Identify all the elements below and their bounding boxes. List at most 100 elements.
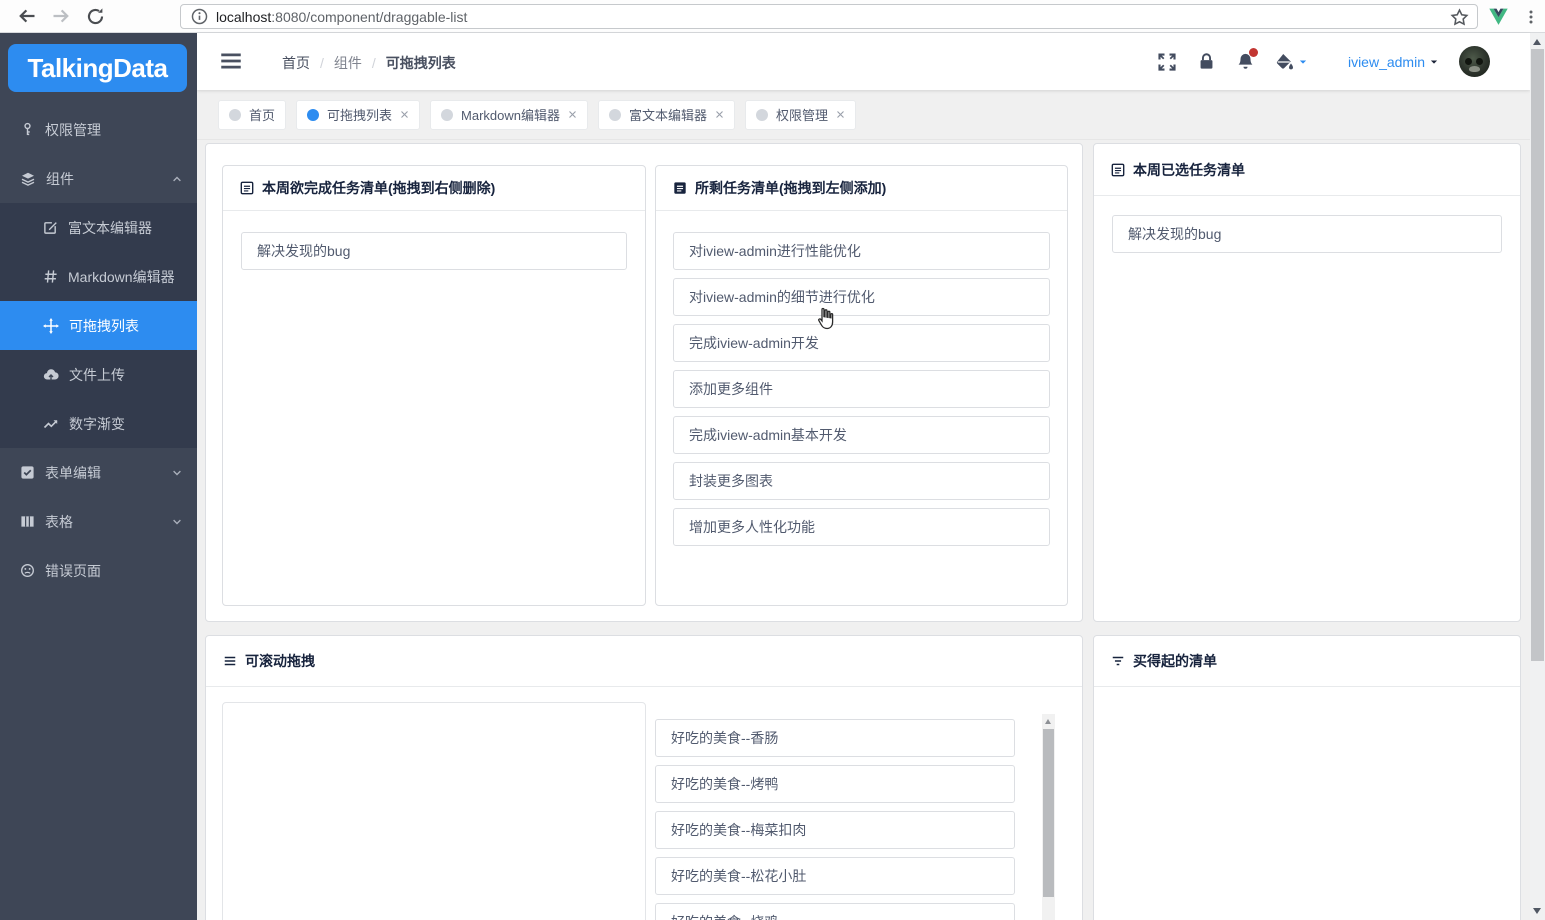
vue-devtools-icon[interactable] [1488, 7, 1509, 26]
page-scrollbar[interactable] [1530, 33, 1545, 920]
paint-bucket-icon [1276, 53, 1293, 69]
user-dropdown[interactable]: iview_admin [1348, 54, 1439, 70]
selected-tasks-list: 解决发现的bug [1094, 196, 1520, 272]
tab-close-button[interactable] [715, 110, 724, 119]
draggable-item[interactable]: 完成iview-admin基本开发 [673, 416, 1050, 454]
breadcrumb-home[interactable]: 首页 [282, 53, 310, 73]
draggable-item[interactable]: 完成iview-admin开发 [673, 324, 1050, 362]
tab-draggable-list[interactable]: 可拖拽列表 [296, 99, 421, 130]
sidebar-menu: 权限管理 组件 富文本编辑器 Markdown编辑器 可拖拽列表 文件上传 数字… [0, 105, 197, 595]
sidebar-item-label: 权限管理 [45, 121, 101, 138]
card-title: 本周已选任务清单 [1133, 161, 1245, 178]
tab-close-button[interactable] [836, 110, 845, 119]
notifications-button[interactable] [1236, 48, 1258, 71]
page-info-icon[interactable] [191, 8, 208, 25]
sidebar-item-label: 组件 [46, 170, 74, 187]
tab-auth-manage[interactable]: 权限管理 [745, 99, 857, 130]
browser-forward-button[interactable] [44, 2, 78, 30]
tab-home[interactable]: 首页 [218, 99, 287, 130]
sidebar-item-draggable-list[interactable]: 可拖拽列表 [0, 301, 197, 350]
inner-scrollbar[interactable] [1042, 714, 1055, 920]
tab-label: 可拖拽列表 [327, 108, 393, 123]
browser-back-button[interactable] [10, 2, 44, 30]
affordable-list-header: 买得起的清单 [1094, 636, 1520, 687]
sidebar-item-label: 错误页面 [45, 562, 101, 579]
star-icon [1450, 8, 1469, 26]
draggable-item[interactable]: 好吃的美食--松花小肚 [655, 857, 1015, 895]
tab-label: 首页 [249, 108, 276, 123]
tab-close-button[interactable] [400, 110, 409, 119]
weekly-todo-list: 解决发现的bug [223, 211, 645, 291]
sidebar-item-auth[interactable]: 权限管理 [0, 105, 197, 154]
draggable-item[interactable]: 解决发现的bug [241, 232, 627, 270]
hash-icon [44, 270, 57, 283]
drop-zone-empty[interactable] [222, 702, 646, 920]
draggable-item[interactable]: 好吃的美食--梅菜扣肉 [655, 811, 1015, 849]
url-path: :8080/component/draggable-list [271, 8, 468, 25]
tab-dot-icon [609, 108, 621, 121]
close-icon [837, 111, 844, 118]
browser-menu-icon[interactable] [1523, 8, 1539, 26]
sidebar-item-markdown-editor[interactable]: Markdown编辑器 [0, 252, 197, 301]
draggable-item[interactable]: 添加更多组件 [673, 370, 1050, 408]
app-logo[interactable]: TalkingData [8, 44, 187, 92]
layers-icon [21, 172, 35, 186]
cloud-upload-icon [43, 368, 59, 380]
affordable-drop-zone[interactable] [1094, 688, 1520, 920]
user-avatar[interactable] [1459, 46, 1490, 77]
food-scroll-area[interactable]: 好吃的美食--香肠 好吃的美食--烤鸭 好吃的美食--梅菜扣肉 好吃的美食--松花小肚… [655, 714, 1057, 920]
hamburger-icon [221, 53, 241, 69]
tab-dot-icon [441, 108, 454, 121]
sidebar-item-table[interactable]: 表格 [0, 497, 197, 546]
scrollbar-thumb[interactable] [1531, 49, 1544, 661]
list-box-icon [1111, 163, 1125, 176]
close-icon [716, 111, 723, 118]
draggable-item[interactable]: 对iview-admin的细节进行优化 [673, 278, 1050, 316]
tab-dot-icon [229, 108, 241, 121]
draggable-item[interactable]: 增加更多人性化功能 [673, 508, 1050, 546]
move-icon [43, 317, 59, 334]
tab-close-button[interactable] [568, 110, 577, 119]
scrollbar-thumb[interactable] [1043, 729, 1054, 897]
draggable-item[interactable]: 好吃的美食--烧鸡 [655, 903, 1015, 920]
scroll-up-arrow[interactable] [1045, 719, 1051, 724]
food-list: 好吃的美食--香肠 好吃的美食--烤鸭 好吃的美食--梅菜扣肉 好吃的美食--松花小肚… [655, 714, 1015, 920]
fullscreen-icon [1158, 52, 1176, 71]
scroll-up-arrow[interactable] [1533, 39, 1541, 45]
address-bar[interactable]: localhost:8080/component/draggable-list [180, 4, 1478, 29]
tab-rich-text-editor[interactable]: 富文本编辑器 [598, 99, 736, 130]
app-header: 首页 / 组件 / 可拖拽列表 iview_admin [197, 33, 1530, 90]
browser-reload-button[interactable] [78, 2, 112, 30]
close-icon [401, 111, 408, 118]
forward-arrow-icon [53, 9, 69, 23]
draggable-item[interactable]: 解决发现的bug [1112, 215, 1502, 253]
browser-extensions-area [1488, 0, 1539, 33]
breadcrumb-separator: / [320, 55, 324, 71]
sidebar-item-count-to[interactable]: 数字渐变 [0, 399, 197, 448]
sidebar-item-rich-text-editor[interactable]: 富文本编辑器 [0, 203, 197, 252]
chevron-up-icon [173, 176, 181, 181]
url-host: localhost [216, 8, 272, 25]
draggable-item[interactable]: 封装更多图表 [673, 462, 1050, 500]
theme-switch-button[interactable] [1275, 52, 1308, 72]
draggable-item[interactable]: 好吃的美食--香肠 [655, 719, 1015, 757]
tab-markdown-editor[interactable]: Markdown编辑器 [430, 99, 588, 130]
draggable-item[interactable]: 好吃的美食--烤鸭 [655, 765, 1015, 803]
collapse-menu-button[interactable] [218, 48, 244, 74]
fullscreen-button[interactable] [1157, 52, 1177, 72]
username-text: iview_admin [1347, 53, 1425, 70]
breadcrumb-group[interactable]: 组件 [334, 53, 362, 73]
caret-down-icon [1430, 59, 1438, 64]
scroll-down-arrow[interactable] [1533, 908, 1541, 914]
reload-icon [87, 7, 103, 24]
sidebar-item-file-upload[interactable]: 文件上传 [0, 350, 197, 399]
page-tabs-bar: 首页 可拖拽列表 Markdown编辑器 富文本编辑器 权限管理 [197, 90, 1530, 140]
sidebar-item-components[interactable]: 组件 [0, 154, 197, 203]
draggable-item[interactable]: 对iview-admin进行性能优化 [673, 232, 1050, 270]
sidebar-item-error-page[interactable]: 错误页面 [0, 546, 197, 595]
scrollable-drag-card: 可滚动拖拽 好吃的美食--香肠 好吃的美食--烤鸭 好吃的美食--梅菜扣肉 好吃的美食… [205, 635, 1083, 920]
bookmark-star-button[interactable] [1450, 8, 1469, 32]
lock-screen-button[interactable] [1197, 52, 1216, 71]
sidebar-item-form-edit[interactable]: 表单编辑 [0, 448, 197, 497]
lock-icon [1200, 53, 1213, 69]
